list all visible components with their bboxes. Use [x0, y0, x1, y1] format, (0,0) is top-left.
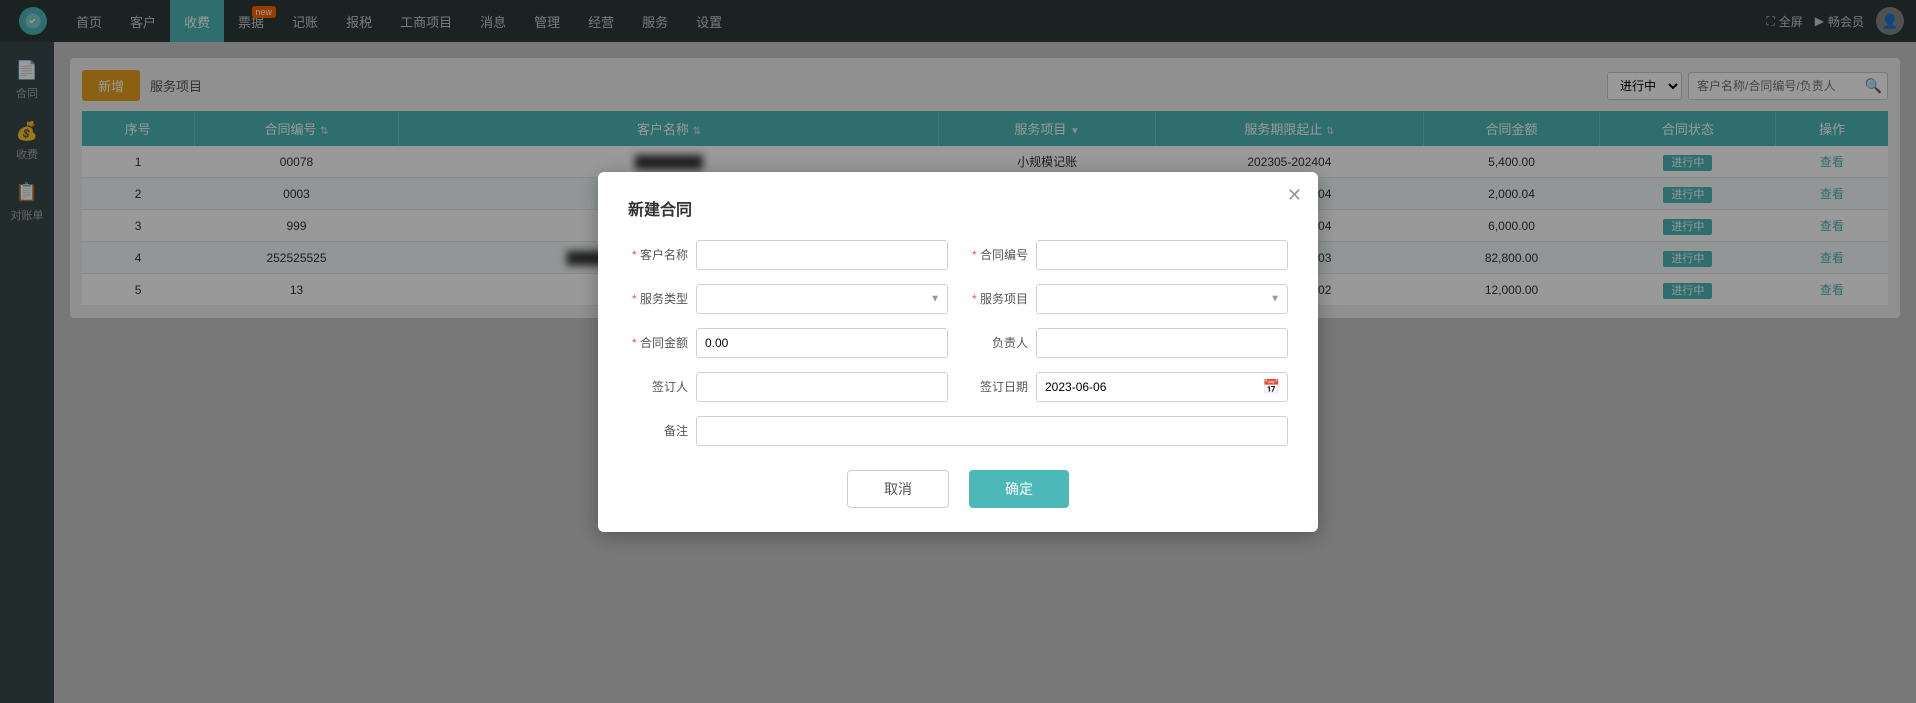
service-type-select-wrap: ▼ [696, 284, 948, 314]
contract-no-label: 合同编号 [968, 246, 1028, 263]
new-contract-modal: 新建合同 ✕ 客户名称 合同编号 服务类型 ▼ [598, 172, 1318, 532]
calendar-icon[interactable]: 📅 [1263, 378, 1280, 395]
service-item-select-wrap: ▼ [1036, 284, 1288, 314]
contract-amount-label: 合同金额 [628, 334, 688, 351]
client-name-input[interactable] [696, 240, 948, 270]
client-name-label: 客户名称 [628, 246, 688, 263]
modal-close-button[interactable]: ✕ [1287, 186, 1302, 204]
sign-date-input[interactable] [1036, 372, 1288, 402]
form-row-amount: 合同金额 [628, 328, 948, 358]
form-row-service-type: 服务类型 ▼ [628, 284, 948, 314]
responsible-label: 负责人 [968, 334, 1028, 351]
service-type-label: 服务类型 [628, 290, 688, 307]
form-row-contract-no: 合同编号 [968, 240, 1288, 270]
modal-title: 新建合同 [628, 196, 1288, 220]
confirm-button[interactable]: 确定 [969, 470, 1069, 508]
form-row-client-name: 客户名称 [628, 240, 948, 270]
remark-label: 备注 [628, 422, 688, 439]
signatory-label: 签订人 [628, 378, 688, 395]
sign-date-label: 签订日期 [968, 378, 1028, 395]
form-row-service-item: 服务项目 ▼ [968, 284, 1288, 314]
form-row-sign-date: 签订日期 📅 [968, 372, 1288, 402]
modal-form: 客户名称 合同编号 服务类型 ▼ 服务项目 [628, 240, 1288, 446]
form-row-remark: 备注 [628, 416, 1288, 446]
form-row-signatory: 签订人 [628, 372, 948, 402]
responsible-input[interactable] [1036, 328, 1288, 358]
service-item-label: 服务项目 [968, 290, 1028, 307]
signatory-input[interactable] [696, 372, 948, 402]
service-item-select[interactable] [1036, 284, 1288, 314]
modal-footer: 取消 确定 [628, 470, 1288, 508]
cancel-button[interactable]: 取消 [847, 470, 949, 508]
contract-no-input[interactable] [1036, 240, 1288, 270]
contract-amount-input[interactable] [696, 328, 948, 358]
service-type-select[interactable] [696, 284, 948, 314]
remark-input[interactable] [696, 416, 1288, 446]
modal-overlay[interactable]: 新建合同 ✕ 客户名称 合同编号 服务类型 ▼ [0, 0, 1916, 703]
sign-date-wrap: 📅 [1036, 372, 1288, 402]
form-row-responsible: 负责人 [968, 328, 1288, 358]
